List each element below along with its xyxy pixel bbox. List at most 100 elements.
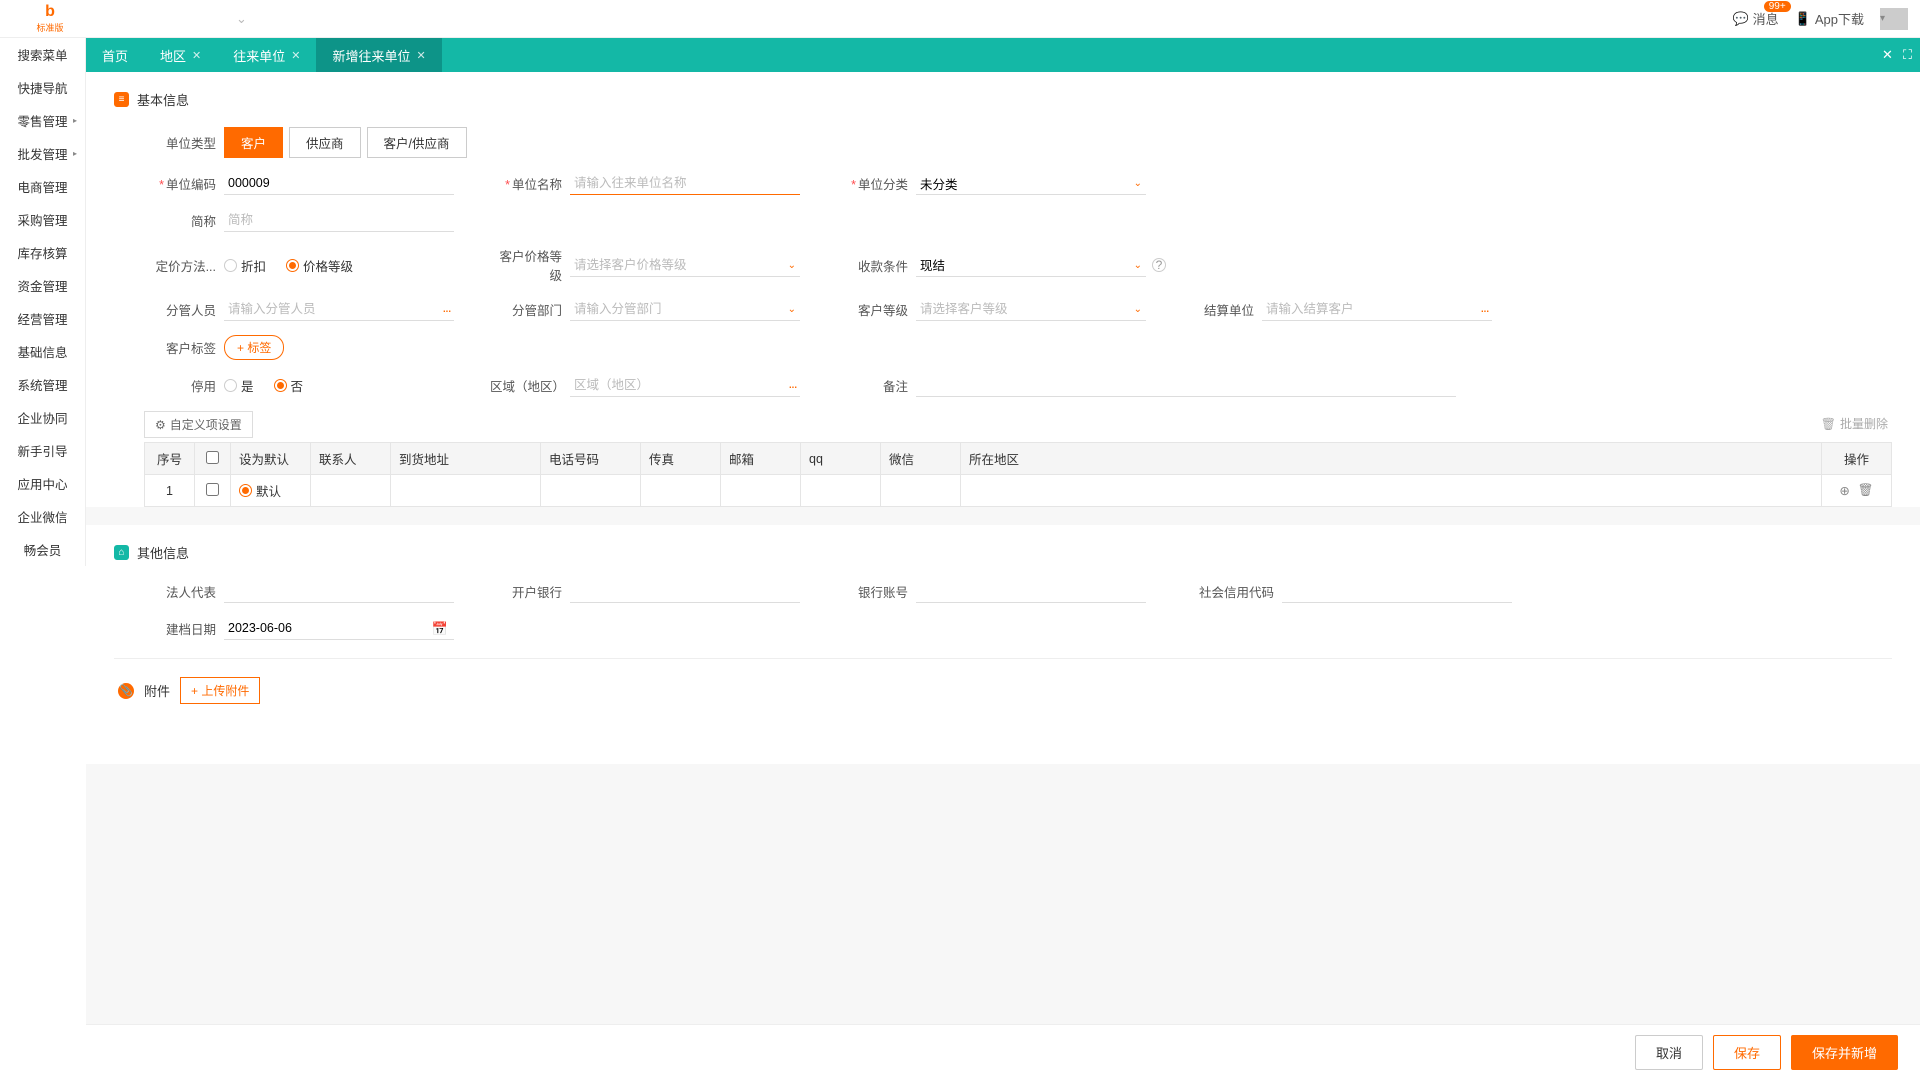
- sidebar-item-collab[interactable]: 企业协同: [0, 401, 85, 434]
- contacts-table: 序号 设为默认 联系人 到货地址 电话号码 传真 邮箱 qq 微信 所在地区 操…: [144, 442, 1892, 507]
- unit-type-customer[interactable]: 客户: [224, 127, 283, 158]
- main-content: ≡ 基本信息 单位类型 客户 供应商 客户/供应商 *单位编码 *单位名称: [86, 72, 1920, 1080]
- remark-input[interactable]: [916, 374, 1456, 397]
- help-icon[interactable]: ?: [1152, 258, 1166, 272]
- cell-qq[interactable]: [801, 475, 881, 507]
- save-button[interactable]: 保存: [1713, 1035, 1781, 1070]
- cell-wechat[interactable]: [881, 475, 961, 507]
- section-other-title: ⌂ 其他信息: [114, 543, 1892, 562]
- pricing-label: 定价方法...: [144, 256, 224, 275]
- section-icon: ⌂: [114, 545, 129, 560]
- sidebar-item-system[interactable]: 系统管理: [0, 368, 85, 401]
- close-icon[interactable]: ✕: [417, 49, 426, 62]
- cell-fax[interactable]: [641, 475, 721, 507]
- cell-contact[interactable]: [311, 475, 391, 507]
- avatar[interactable]: ▾: [1880, 8, 1908, 30]
- cust-level-select[interactable]: [916, 298, 1146, 321]
- sidebar-item-basic[interactable]: 基础信息: [0, 335, 85, 368]
- company-select[interactable]: ⌄: [108, 11, 247, 27]
- credit-label: 社会信用代码: [1182, 582, 1282, 601]
- cell-phone[interactable]: [541, 475, 641, 507]
- cell-region[interactable]: [961, 475, 1822, 507]
- disable-label: 停用: [144, 376, 224, 395]
- add-row-icon[interactable]: ⊕: [1839, 483, 1849, 498]
- disable-yes-radio[interactable]: 是: [224, 376, 254, 395]
- tab-new-unit[interactable]: 新增往来单位✕: [316, 38, 441, 72]
- credit-input[interactable]: [1282, 580, 1512, 603]
- remark-label: 备注: [836, 376, 916, 395]
- upload-button[interactable]: + 上传附件: [180, 677, 260, 704]
- pricing-level-radio[interactable]: 价格等级: [286, 256, 353, 275]
- col-address: 到货地址: [391, 443, 541, 475]
- unit-type-both[interactable]: 客户/供应商: [367, 127, 467, 158]
- save-new-button[interactable]: 保存并新增: [1791, 1035, 1898, 1070]
- row-checkbox[interactable]: [206, 483, 219, 496]
- unit-name-input[interactable]: [570, 172, 800, 195]
- close-icon[interactable]: ✕: [192, 49, 201, 62]
- dept-select[interactable]: [570, 298, 800, 321]
- legal-input[interactable]: [224, 580, 454, 603]
- fullscreen-icon[interactable]: ⛶: [1903, 47, 1912, 63]
- tab-home[interactable]: 首页: [86, 38, 144, 72]
- attach-section: 📎 附件 + 上传附件: [114, 658, 1892, 704]
- manager-input[interactable]: [224, 298, 454, 321]
- sidebar-item-ecommerce[interactable]: 电商管理: [0, 170, 85, 203]
- bank-input[interactable]: [570, 580, 800, 603]
- add-tag-button[interactable]: + 标签: [224, 335, 284, 360]
- sidebar-item-quicknav[interactable]: 快捷导航: [0, 71, 85, 104]
- col-phone: 电话号码: [541, 443, 641, 475]
- col-fax: 传真: [641, 443, 721, 475]
- sidebar-item-search[interactable]: 搜索菜单: [0, 38, 85, 71]
- cell-email[interactable]: [721, 475, 801, 507]
- settle-unit-input[interactable]: [1262, 298, 1492, 321]
- dept-label: 分管部门: [490, 300, 570, 319]
- cell-default[interactable]: 默认: [231, 475, 311, 507]
- unit-category-select[interactable]: [916, 172, 1146, 195]
- create-date-input[interactable]: [224, 617, 454, 640]
- sidebar-item-member[interactable]: 畅会员: [0, 533, 85, 566]
- select-all-checkbox[interactable]: [206, 451, 219, 464]
- custom-config-button[interactable]: ⚙ 自定义项设置: [144, 411, 253, 438]
- sidebar-item-guide[interactable]: 新手引导: [0, 434, 85, 467]
- unit-type-supplier[interactable]: 供应商: [289, 127, 361, 158]
- settle-unit-label: 结算单位: [1182, 300, 1262, 319]
- unit-category-label: *单位分类: [836, 174, 916, 193]
- close-icon[interactable]: ✕: [291, 49, 300, 62]
- close-all-icon[interactable]: ✕: [1882, 47, 1893, 63]
- delete-row-icon[interactable]: 🗑: [1858, 483, 1874, 498]
- section-icon: ≡: [114, 92, 129, 107]
- disable-no-radio[interactable]: 否: [274, 376, 304, 395]
- pricing-discount-radio[interactable]: 折扣: [224, 256, 266, 275]
- sidebar-item-retail[interactable]: 零售管理▸: [0, 104, 85, 137]
- section-basic-title: ≡ 基本信息: [114, 90, 1892, 109]
- sidebar-item-wholesale[interactable]: 批发管理▸: [0, 137, 85, 170]
- col-seq: 序号: [145, 443, 195, 475]
- sidebar-item-finance[interactable]: 资金管理: [0, 269, 85, 302]
- messages-button[interactable]: 💬 消息 99+: [1732, 9, 1778, 28]
- col-region: 所在地区: [961, 443, 1822, 475]
- col-set-default: 设为默认: [231, 443, 311, 475]
- shortname-input[interactable]: [224, 209, 454, 232]
- sidebar-item-business[interactable]: 经营管理: [0, 302, 85, 335]
- chevron-down-icon: ⌄: [236, 11, 247, 27]
- cancel-button[interactable]: 取消: [1635, 1035, 1703, 1070]
- tab-region[interactable]: 地区✕: [144, 38, 217, 72]
- sidebar-item-wechat[interactable]: 企业微信: [0, 500, 85, 533]
- batch-delete-button[interactable]: 🗑 批量删除: [1821, 415, 1888, 432]
- account-input[interactable]: [916, 580, 1146, 603]
- tab-units[interactable]: 往来单位✕: [217, 38, 316, 72]
- calendar-icon[interactable]: 📅: [432, 621, 448, 637]
- unit-type-label: 单位类型: [144, 133, 224, 152]
- region-input[interactable]: [570, 374, 800, 397]
- manager-label: 分管人员: [144, 300, 224, 319]
- receipt-select[interactable]: [916, 254, 1146, 277]
- sidebar-item-purchase[interactable]: 采购管理: [0, 203, 85, 236]
- caret-icon: ▸: [73, 116, 77, 125]
- unit-code-input[interactable]: [224, 172, 454, 195]
- sidebar-item-inventory[interactable]: 库存核算: [0, 236, 85, 269]
- sidebar-item-apps[interactable]: 应用中心: [0, 467, 85, 500]
- price-level-select[interactable]: [570, 254, 800, 277]
- cell-address[interactable]: [391, 475, 541, 507]
- app-download-button[interactable]: 📱 App下载: [1795, 9, 1864, 28]
- top-header: b 标准版 ⌄ 💬 消息 99+ 📱 App下载 ▾: [0, 0, 1920, 38]
